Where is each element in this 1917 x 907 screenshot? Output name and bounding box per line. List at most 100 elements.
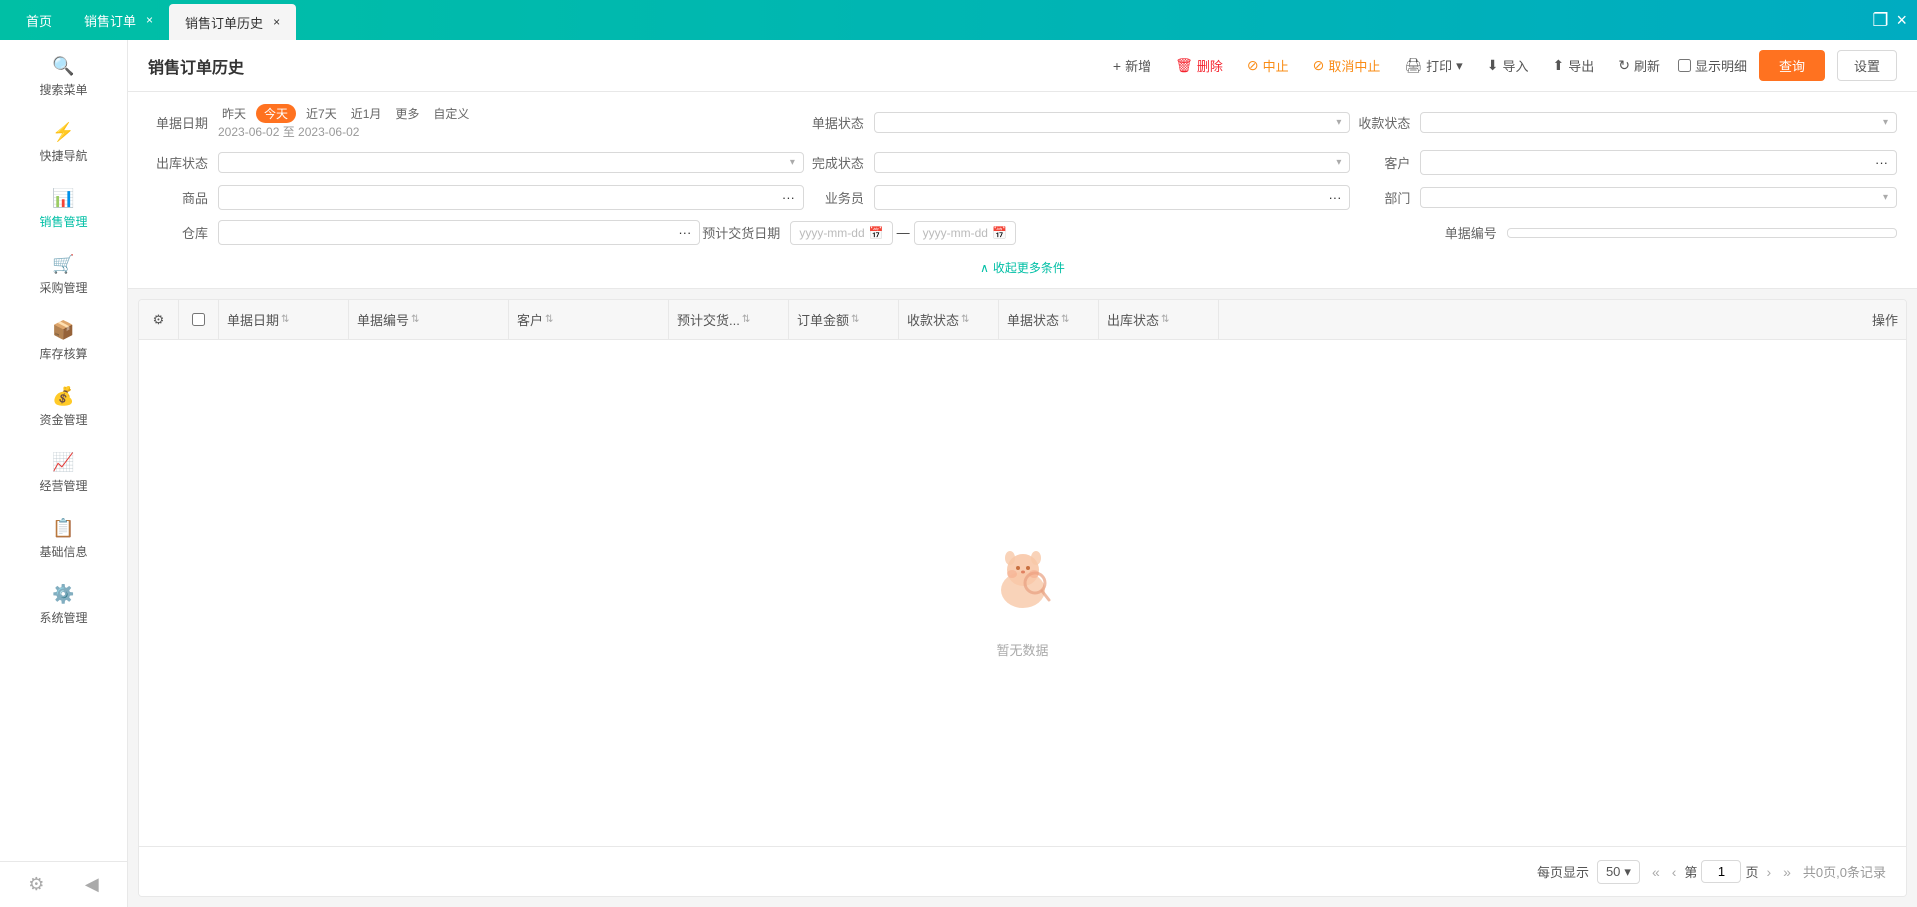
th-client[interactable]: 客户 ⇅: [509, 300, 669, 339]
tab-home[interactable]: 首页: [10, 0, 68, 40]
settings-button[interactable]: 设置: [1837, 50, 1897, 81]
filter-warehouse-label: 仓库: [148, 223, 218, 242]
per-page-label: 每页显示: [1537, 862, 1589, 881]
tab-sales-order-history[interactable]: 销售订单历史 ×: [169, 4, 296, 40]
filter-customer-input[interactable]: ···: [1420, 150, 1897, 175]
sidebar-item-inventory[interactable]: 📦 库存核算: [0, 308, 127, 374]
th-pay-status[interactable]: 收款状态 ⇅: [899, 300, 999, 339]
th-gear[interactable]: ⚙: [139, 300, 179, 339]
th-no[interactable]: 单据编号 ⇅: [349, 300, 509, 339]
filter-collapse-row[interactable]: ∧ 收起更多条件: [148, 255, 1897, 276]
print-label: 打印: [1426, 56, 1452, 75]
filter-dept-select[interactable]: ▾: [1420, 187, 1897, 208]
filter-order-status-select[interactable]: ▾: [874, 112, 1351, 133]
sidebar-item-inventory-label: 库存核算: [39, 345, 87, 362]
filter-delivery-item: 预计交货日期 yyyy-mm-dd 📅 — yyyy-mm-dd 📅: [700, 221, 1436, 245]
filter-order-no-input[interactable]: [1507, 228, 1897, 238]
export-label: 导出: [1568, 56, 1594, 75]
sidebar-item-search-menu[interactable]: 🔍 搜索菜单: [0, 44, 127, 110]
stop-button[interactable]: ⊘ 中止: [1241, 52, 1295, 79]
th-out-status[interactable]: 出库状态 ⇅: [1099, 300, 1219, 339]
date-btn-today[interactable]: 今天: [256, 104, 296, 123]
import-icon: ⬇: [1487, 57, 1499, 74]
sidebar-item-capital[interactable]: 💰 资金管理: [0, 374, 127, 440]
import-button[interactable]: ⬇ 导入: [1481, 52, 1535, 79]
new-label: 新增: [1125, 56, 1151, 75]
filter-date-item: 单据日期 昨天 今天 近7天 近1月 更多 自定义 2023-06-02 至 2…: [148, 104, 804, 140]
filter-dept-item: 部门 ▾: [1350, 187, 1897, 208]
select-all-checkbox[interactable]: [192, 313, 205, 326]
filter-goods-label: 商品: [148, 188, 218, 207]
table-header: ⚙ 单据日期 ⇅ 单据编号 ⇅ 客户 ⇅ 预计交货...: [139, 300, 1906, 340]
sidebar-item-system-label: 系统管理: [39, 609, 87, 626]
sidebar-item-operations[interactable]: 📈 经营管理: [0, 440, 127, 506]
show-detail-checkbox[interactable]: [1678, 59, 1691, 72]
sidebar-collapse-icon[interactable]: ◀: [85, 874, 99, 895]
th-order-status[interactable]: 单据状态 ⇅: [999, 300, 1099, 339]
sidebar-item-quick-nav-label: 快捷导航: [39, 147, 87, 164]
table-body: 暂无数据: [139, 340, 1906, 846]
close-icon[interactable]: ×: [1896, 10, 1907, 31]
filter-delivery-end[interactable]: yyyy-mm-dd 📅: [914, 221, 1016, 245]
sidebar-item-sales-mgmt[interactable]: 📊 销售管理: [0, 176, 127, 242]
page-first-btn[interactable]: «: [1648, 862, 1664, 882]
tab-sales-order-history-close[interactable]: ×: [273, 15, 280, 29]
filter-delivery-start[interactable]: yyyy-mm-dd 📅: [790, 221, 892, 245]
filter-goods-item: 商品 ···: [148, 185, 804, 210]
sidebar-item-system[interactable]: ⚙️ 系统管理: [0, 572, 127, 638]
sidebar-item-search-menu-label: 搜索菜单: [39, 81, 87, 98]
filter-goods-input[interactable]: ···: [218, 185, 804, 210]
filter-pay-status-select[interactable]: ▾: [1420, 112, 1897, 133]
filter-warehouse-input[interactable]: ···: [218, 220, 700, 245]
page-prev-btn[interactable]: ‹: [1668, 862, 1681, 882]
new-button[interactable]: + 新增: [1107, 52, 1157, 79]
export-button[interactable]: ⬆ 导出: [1546, 52, 1600, 79]
th-amount[interactable]: 订单金额 ⇅: [789, 300, 899, 339]
cancel-stop-button[interactable]: ⊘ 取消中止: [1307, 52, 1387, 79]
filter-date-label: 单据日期: [148, 113, 218, 132]
date-btn-more[interactable]: 更多: [391, 104, 423, 123]
delete-button[interactable]: 🗑 删除: [1169, 52, 1229, 79]
th-delivery-label: 预计交货...: [677, 310, 740, 329]
th-check[interactable]: [179, 300, 219, 339]
query-button[interactable]: 查询: [1759, 50, 1825, 81]
sidebar-item-basic-info[interactable]: 📋 基础信息: [0, 506, 127, 572]
sidebar-item-purchase-mgmt-label: 采购管理: [39, 279, 87, 296]
th-date[interactable]: 单据日期 ⇅: [219, 300, 349, 339]
page-next-btn[interactable]: ›: [1762, 862, 1775, 882]
date-btn-yesterday[interactable]: 昨天: [218, 104, 250, 123]
filter-out-status-select[interactable]: ▾: [218, 152, 804, 173]
print-button[interactable]: 🖨 打印 ▾: [1398, 52, 1468, 79]
date-btn-7days[interactable]: 近7天: [302, 104, 341, 123]
filter-delivery-start-text: yyyy-mm-dd: [799, 226, 864, 240]
page-number-input[interactable]: [1701, 860, 1741, 883]
th-delivery-sort: ⇅: [742, 314, 750, 325]
per-page-select[interactable]: 50 ▾: [1597, 860, 1640, 884]
page-last-btn[interactable]: »: [1779, 862, 1795, 882]
refresh-button[interactable]: ↻ 刷新: [1612, 52, 1666, 79]
th-delivery[interactable]: 预计交货... ⇅: [669, 300, 789, 339]
filter-warehouse-dots[interactable]: ···: [678, 225, 691, 240]
filter-goods-dots[interactable]: ···: [782, 190, 795, 205]
date-btn-custom[interactable]: 自定义: [429, 104, 473, 123]
topbar-right: ❐ ×: [1872, 10, 1907, 31]
tab-sales-order[interactable]: 销售订单 ×: [68, 0, 169, 40]
th-order-status-label: 单据状态: [1007, 310, 1059, 329]
restore-icon[interactable]: ❐: [1872, 10, 1888, 31]
sidebar-item-purchase-mgmt[interactable]: 🛒 采购管理: [0, 242, 127, 308]
filter-date-content: 昨天 今天 近7天 近1月 更多 自定义 2023-06-02 至 2023-0…: [218, 104, 804, 140]
filter-delivery-end-text: yyyy-mm-dd: [923, 226, 988, 240]
filter-complete-status-select[interactable]: ▾: [874, 152, 1351, 173]
filter-salesman-input[interactable]: ···: [874, 185, 1351, 210]
filter-customer-dots[interactable]: ···: [1875, 155, 1888, 170]
date-btn-1month[interactable]: 近1月: [347, 104, 386, 123]
tab-sales-order-close[interactable]: ×: [146, 13, 153, 27]
sidebar-settings-icon[interactable]: ⚙: [28, 874, 44, 895]
th-no-label: 单据编号: [357, 310, 409, 329]
show-detail-checkbox-label[interactable]: 显示明细: [1678, 56, 1747, 75]
tab-home-label: 首页: [26, 11, 52, 30]
filter-salesman-dots[interactable]: ···: [1328, 190, 1341, 205]
date-range-text: 2023-06-02 至 2023-06-02: [218, 123, 804, 140]
export-icon: ⬆: [1552, 57, 1564, 74]
sidebar-item-quick-nav[interactable]: ⚡ 快捷导航: [0, 110, 127, 176]
